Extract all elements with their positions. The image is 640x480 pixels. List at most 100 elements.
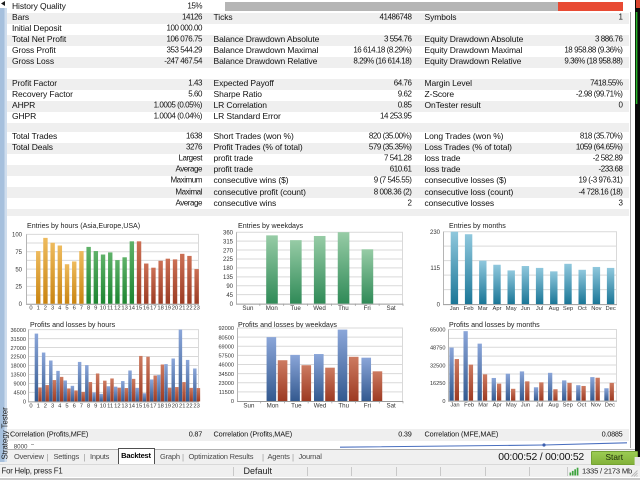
svg-text:Fri: Fri [364,402,371,409]
svg-text:Dec: Dec [605,403,615,409]
svg-text:Dec: Dec [605,306,615,312]
svg-text:3: 3 [51,306,54,312]
svg-text:0: 0 [231,399,234,405]
svg-text:Jan: Jan [450,403,459,409]
svg-text:270: 270 [223,248,234,254]
svg-text:0: 0 [442,399,445,405]
svg-text:80500: 80500 [218,335,234,341]
svg-text:10: 10 [100,306,106,312]
svg-text:19: 19 [165,403,171,409]
svg-text:Mon: Mon [267,402,280,409]
svg-text:13: 13 [121,403,127,409]
svg-text:Mar: Mar [478,306,488,312]
svg-text:9: 9 [94,306,97,312]
svg-text:20: 20 [172,403,178,409]
svg-text:22: 22 [186,306,192,312]
svg-text:13500: 13500 [10,373,26,379]
svg-text:Thu: Thu [338,305,349,312]
svg-text:57500: 57500 [218,354,234,360]
svg-text:Tue: Tue [290,305,301,312]
svg-text:Entries by hours (Asia,Europe,: Entries by hours (Asia,Europe,USA) [27,222,140,230]
svg-text:16: 16 [143,306,149,312]
svg-text:22500: 22500 [10,355,26,361]
svg-text:5: 5 [65,403,68,409]
svg-text:Sun: Sun [243,402,255,409]
svg-text:18000: 18000 [10,364,26,370]
svg-text:Wed: Wed [314,402,327,409]
svg-text:10: 10 [100,403,106,409]
svg-text:65000: 65000 [430,328,446,334]
svg-text:18: 18 [157,306,163,312]
svg-text:Feb: Feb [464,306,474,312]
svg-text:11: 11 [107,306,113,312]
svg-text:0: 0 [23,400,26,406]
svg-text:315: 315 [223,239,234,245]
svg-text:Apr: Apr [492,306,501,312]
svg-text:7: 7 [80,306,83,312]
svg-text:225: 225 [223,257,234,263]
svg-text:18: 18 [157,403,163,409]
svg-text:Nov: Nov [591,403,601,409]
svg-text:0: 0 [437,302,441,308]
svg-text:Nov: Nov [591,306,601,312]
svg-text:Jun: Jun [521,403,530,409]
svg-text:16: 16 [143,403,149,409]
svg-text:115: 115 [430,266,440,272]
svg-text:Sep: Sep [563,403,573,409]
svg-text:Apr: Apr [493,403,502,409]
svg-text:21: 21 [179,306,185,312]
svg-text:Mon: Mon [266,305,279,312]
svg-text:12: 12 [114,306,120,312]
svg-text:8: 8 [87,403,90,409]
svg-text:69000: 69000 [218,344,234,350]
svg-text:46000: 46000 [218,363,234,369]
svg-text:34500: 34500 [218,372,234,378]
svg-text:2: 2 [44,403,47,409]
svg-text:45: 45 [226,293,233,299]
svg-text:3: 3 [51,403,54,409]
svg-text:Profits and losses by months: Profits and losses by months [449,321,540,329]
svg-text:Oct: Oct [577,403,586,409]
svg-text:0: 0 [29,306,32,312]
svg-text:1: 1 [37,403,40,409]
svg-text:9: 9 [94,403,97,409]
svg-text:Wed: Wed [313,305,326,312]
svg-text:92000: 92000 [218,326,234,332]
svg-text:9000: 9000 [14,382,26,388]
svg-text:90: 90 [226,284,233,290]
svg-text:23: 23 [193,403,199,409]
svg-text:2: 2 [44,306,47,312]
svg-text:11500: 11500 [219,390,234,396]
svg-text:6: 6 [73,306,76,312]
svg-text:360: 360 [223,230,234,236]
svg-text:Oct: Oct [578,306,587,312]
svg-text:4: 4 [58,403,62,409]
svg-text:22: 22 [186,403,192,409]
svg-text:11: 11 [107,403,113,409]
svg-text:Sat: Sat [386,402,396,409]
svg-text:Jul: Jul [536,403,543,409]
svg-text:15: 15 [136,403,142,409]
svg-text:21: 21 [179,403,185,409]
svg-text:32500: 32500 [430,363,446,369]
svg-text:4: 4 [58,306,62,312]
svg-text:5: 5 [65,306,68,312]
svg-text:0: 0 [29,403,32,409]
svg-text:16250: 16250 [430,381,446,387]
svg-text:7: 7 [80,403,83,409]
svg-text:17: 17 [150,403,156,409]
svg-text:Sun: Sun [242,305,254,312]
svg-text:Aug: Aug [548,403,558,409]
svg-text:13: 13 [121,306,127,312]
svg-text:50: 50 [15,267,22,273]
svg-text:Sat: Sat [386,305,396,312]
svg-text:12: 12 [114,403,120,409]
svg-text:Entries by weekdays: Entries by weekdays [238,222,304,230]
svg-text:25: 25 [15,285,22,291]
svg-text:Feb: Feb [464,403,474,409]
svg-text:Mar: Mar [478,403,488,409]
svg-text:Jul: Jul [536,306,543,312]
svg-text:Jun: Jun [521,306,530,312]
svg-text:75: 75 [15,250,22,256]
svg-text:20: 20 [172,306,178,312]
